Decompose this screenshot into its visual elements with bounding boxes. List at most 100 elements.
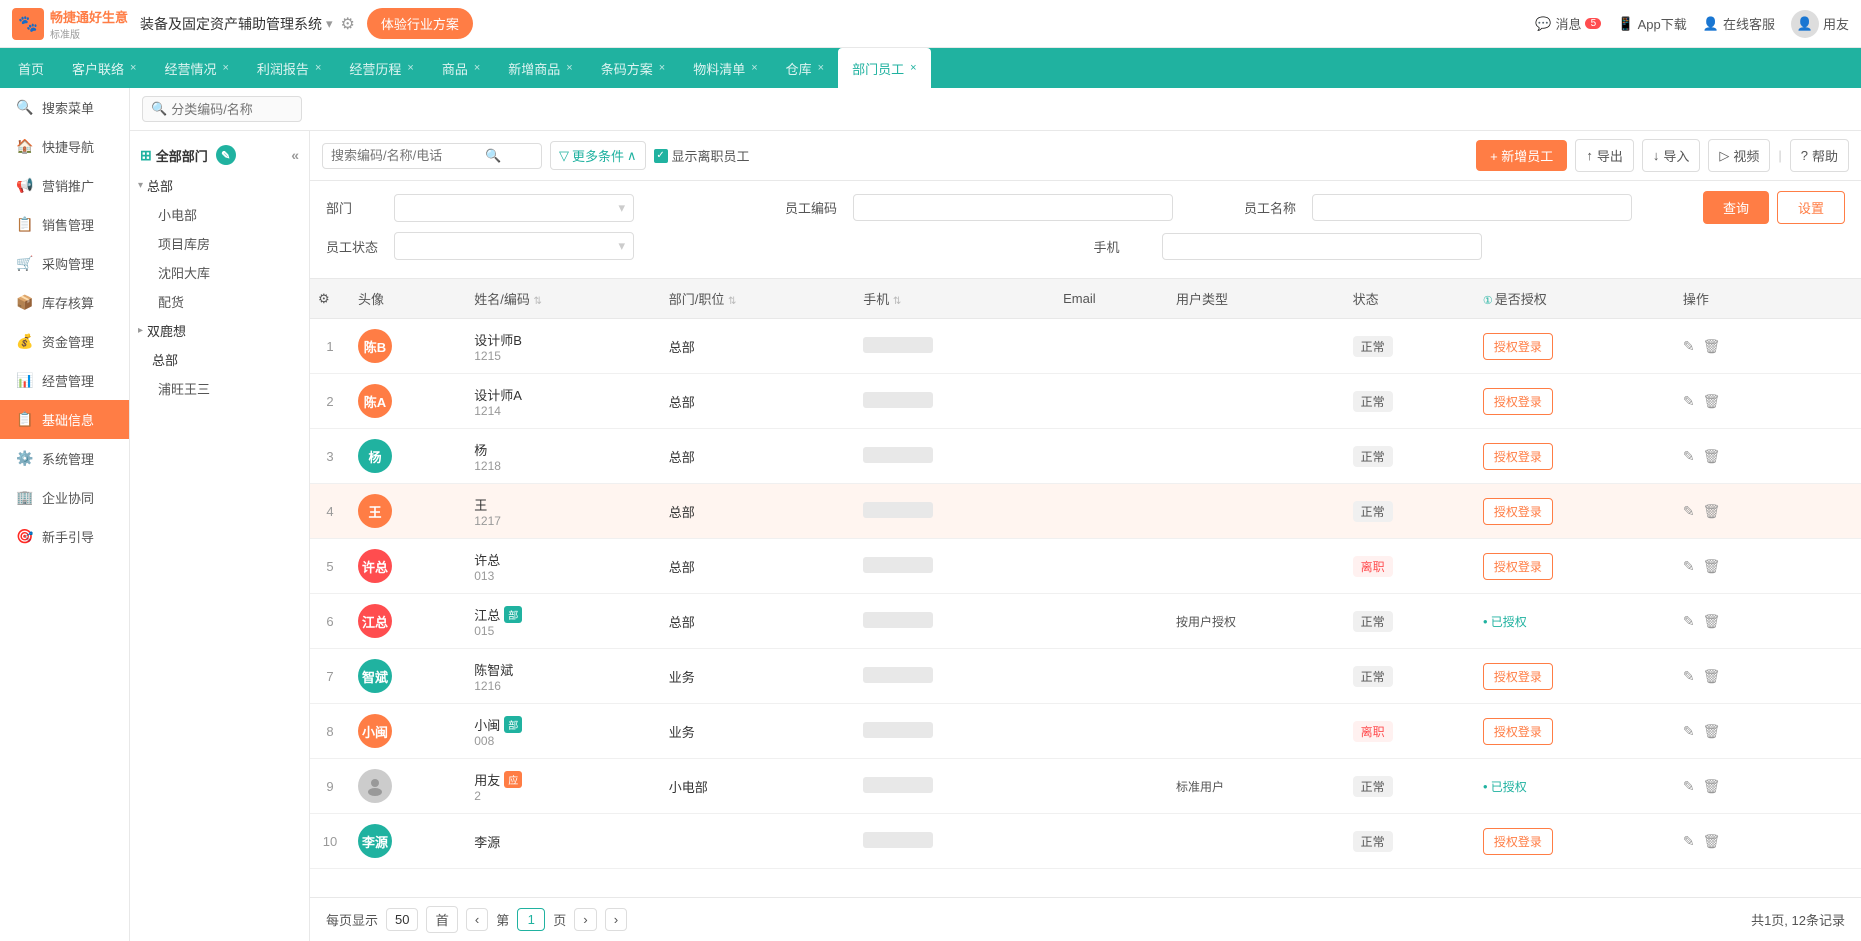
tree-node-puwang[interactable]: 浦旺王三 xyxy=(130,374,309,403)
sidebar-item-marketing[interactable]: 📢 营销推广 xyxy=(0,166,129,205)
next-page-btn[interactable]: › xyxy=(574,908,596,931)
delete-icon[interactable]: 🗑 xyxy=(1703,613,1721,630)
authorize-btn[interactable]: 授权登录 xyxy=(1483,718,1553,745)
edit-icon[interactable]: ✎ xyxy=(1683,723,1695,740)
phone-sort-icon[interactable]: ⇅ xyxy=(893,296,901,307)
authorize-btn[interactable]: 授权登录 xyxy=(1483,333,1553,360)
dept-sort-icon[interactable]: ⇅ xyxy=(728,296,736,307)
tab-warehouse[interactable]: 仓库 × xyxy=(772,48,838,88)
settings-icon[interactable]: ⚙ xyxy=(341,14,355,34)
show-resigned-toggle[interactable]: ✓ 显示离职员工 xyxy=(654,146,750,165)
edit-icon[interactable]: ✎ xyxy=(1683,668,1695,685)
tab-home[interactable]: 首页 xyxy=(4,48,58,88)
prev-page-btn[interactable]: ‹ xyxy=(466,908,488,931)
delete-icon[interactable]: 🗑 xyxy=(1703,558,1721,575)
employee-name-input[interactable] xyxy=(1312,194,1632,221)
tab-goods[interactable]: 商品 × xyxy=(428,48,494,88)
employee-code-input[interactable] xyxy=(853,194,1173,221)
employee-search-box[interactable]: 🔍 xyxy=(322,143,542,169)
cell-phone xyxy=(855,374,1055,429)
edit-icon[interactable]: ✎ xyxy=(1683,393,1695,410)
view-button[interactable]: ▷ 视频 xyxy=(1708,139,1770,172)
tree-collapse-icon[interactable]: « xyxy=(291,147,299,163)
authorize-btn[interactable]: 授权登录 xyxy=(1483,663,1553,690)
classify-search-box[interactable]: 🔍 xyxy=(142,96,302,122)
sidebar-item-base[interactable]: 📋 基础信息 xyxy=(0,400,129,439)
sidebar-item-finance[interactable]: 💰 资金管理 xyxy=(0,322,129,361)
tab-barcode[interactable]: 条码方案 × xyxy=(587,48,679,88)
online-service-btn[interactable]: 👤 在线客服 xyxy=(1703,14,1775,33)
show-resigned-checkbox[interactable]: ✓ xyxy=(654,149,668,163)
edit-icon[interactable]: ✎ xyxy=(1683,448,1695,465)
delete-icon[interactable]: 🗑 xyxy=(1703,338,1721,355)
authorize-btn[interactable]: 授权登录 xyxy=(1483,828,1553,855)
current-page[interactable]: 1 xyxy=(517,908,545,931)
query-button[interactable]: 查询 xyxy=(1703,191,1769,224)
edit-icon[interactable]: ✎ xyxy=(1683,558,1695,575)
status-filter-select[interactable]: ▾ xyxy=(394,232,634,260)
trial-button[interactable]: 体验行业方案 xyxy=(367,8,473,39)
tab-dept-staff[interactable]: 部门员工 × xyxy=(838,48,930,88)
help-button[interactable]: ? 帮助 xyxy=(1790,139,1849,172)
tree-node-zongbu-group[interactable]: ▾ 总部 xyxy=(130,171,309,200)
tab-bom[interactable]: 物料清单 × xyxy=(679,48,771,88)
employee-search-icon[interactable]: 🔍 xyxy=(485,148,501,164)
sidebar-item-guide[interactable]: 🎯 新手引导 xyxy=(0,517,129,556)
edit-icon[interactable]: ✎ xyxy=(1683,503,1695,520)
dept-filter-select[interactable]: ▾ xyxy=(394,194,634,222)
col-settings[interactable]: ⚙ xyxy=(310,279,350,319)
message-btn[interactable]: 💬 消息 5 xyxy=(1535,14,1601,33)
edit-icon[interactable]: ✎ xyxy=(1683,778,1695,795)
first-page-btn[interactable]: 首 xyxy=(426,906,457,933)
tab-operation[interactable]: 经营情况 × xyxy=(150,48,242,88)
cell-usertype xyxy=(1168,484,1345,539)
delete-icon[interactable]: 🗑 xyxy=(1703,393,1721,410)
delete-icon[interactable]: 🗑 xyxy=(1703,668,1721,685)
sidebar-item-quicknav[interactable]: 🏠 快捷导航 xyxy=(0,127,129,166)
import-button[interactable]: ↓ 导入 xyxy=(1642,139,1701,172)
edit-icon[interactable]: ✎ xyxy=(1683,833,1695,850)
sidebar-item-search[interactable]: 🔍 搜索菜单 xyxy=(0,88,129,127)
per-page-value[interactable]: 50 xyxy=(386,908,418,931)
user-menu[interactable]: 👤 用友 xyxy=(1791,10,1849,38)
authorize-btn[interactable]: 授权登录 xyxy=(1483,553,1553,580)
employee-search-input[interactable] xyxy=(331,148,481,163)
tree-node-xiaodian[interactable]: 小电部 xyxy=(130,200,309,229)
tab-profit[interactable]: 利润报告 × xyxy=(243,48,335,88)
app-download-btn[interactable]: 📱 App下载 xyxy=(1617,14,1686,33)
tree-edit-icon[interactable]: ✎ xyxy=(216,145,236,165)
sidebar-item-corp[interactable]: 🏢 企业协同 xyxy=(0,478,129,517)
sidebar-item-sales[interactable]: 📋 销售管理 xyxy=(0,205,129,244)
more-filter-btn[interactable]: ▽ 更多条件 ∧ xyxy=(550,141,646,170)
tree-node-xiangmu[interactable]: 项目库房 xyxy=(130,229,309,258)
delete-icon[interactable]: 🗑 xyxy=(1703,833,1721,850)
sidebar-item-purchase[interactable]: 🛒 采购管理 xyxy=(0,244,129,283)
tree-node-shuangluo[interactable]: ▸ 双鹿想 xyxy=(130,316,309,345)
delete-icon[interactable]: 🗑 xyxy=(1703,778,1721,795)
tree-node-zongbu2[interactable]: 总部 xyxy=(130,345,309,374)
tab-customer[interactable]: 客户联络 × xyxy=(58,48,150,88)
tree-node-shenyang[interactable]: 沈阳大库 xyxy=(130,258,309,287)
authorize-btn[interactable]: 授权登录 xyxy=(1483,443,1553,470)
phone-input[interactable] xyxy=(1162,233,1482,260)
tab-history[interactable]: 经营历程 × xyxy=(335,48,427,88)
edit-icon[interactable]: ✎ xyxy=(1683,338,1695,355)
sidebar-item-system[interactable]: ⚙️ 系统管理 xyxy=(0,439,129,478)
last-page-btn[interactable]: › xyxy=(605,908,627,931)
tree-node-peihuo[interactable]: 配货 xyxy=(130,287,309,316)
export-button[interactable]: ↑ 导出 xyxy=(1575,139,1634,172)
sidebar-item-operation[interactable]: 📊 经营管理 xyxy=(0,361,129,400)
name-sort-icon[interactable]: ⇅ xyxy=(534,296,542,307)
edit-icon[interactable]: ✎ xyxy=(1683,613,1695,630)
sidebar-item-inventory[interactable]: 📦 库存核算 xyxy=(0,283,129,322)
title-dropdown-icon[interactable]: ▾ xyxy=(326,16,333,32)
delete-icon[interactable]: 🗑 xyxy=(1703,503,1721,520)
add-employee-button[interactable]: + 新增员工 xyxy=(1476,140,1567,171)
delete-icon[interactable]: 🗑 xyxy=(1703,723,1721,740)
reset-button[interactable]: 设置 xyxy=(1777,191,1845,224)
delete-icon[interactable]: 🗑 xyxy=(1703,448,1721,465)
classify-search-input[interactable] xyxy=(171,102,271,117)
authorize-btn[interactable]: 授权登录 xyxy=(1483,498,1553,525)
tab-add-goods[interactable]: 新增商品 × xyxy=(494,48,586,88)
authorize-btn[interactable]: 授权登录 xyxy=(1483,388,1553,415)
